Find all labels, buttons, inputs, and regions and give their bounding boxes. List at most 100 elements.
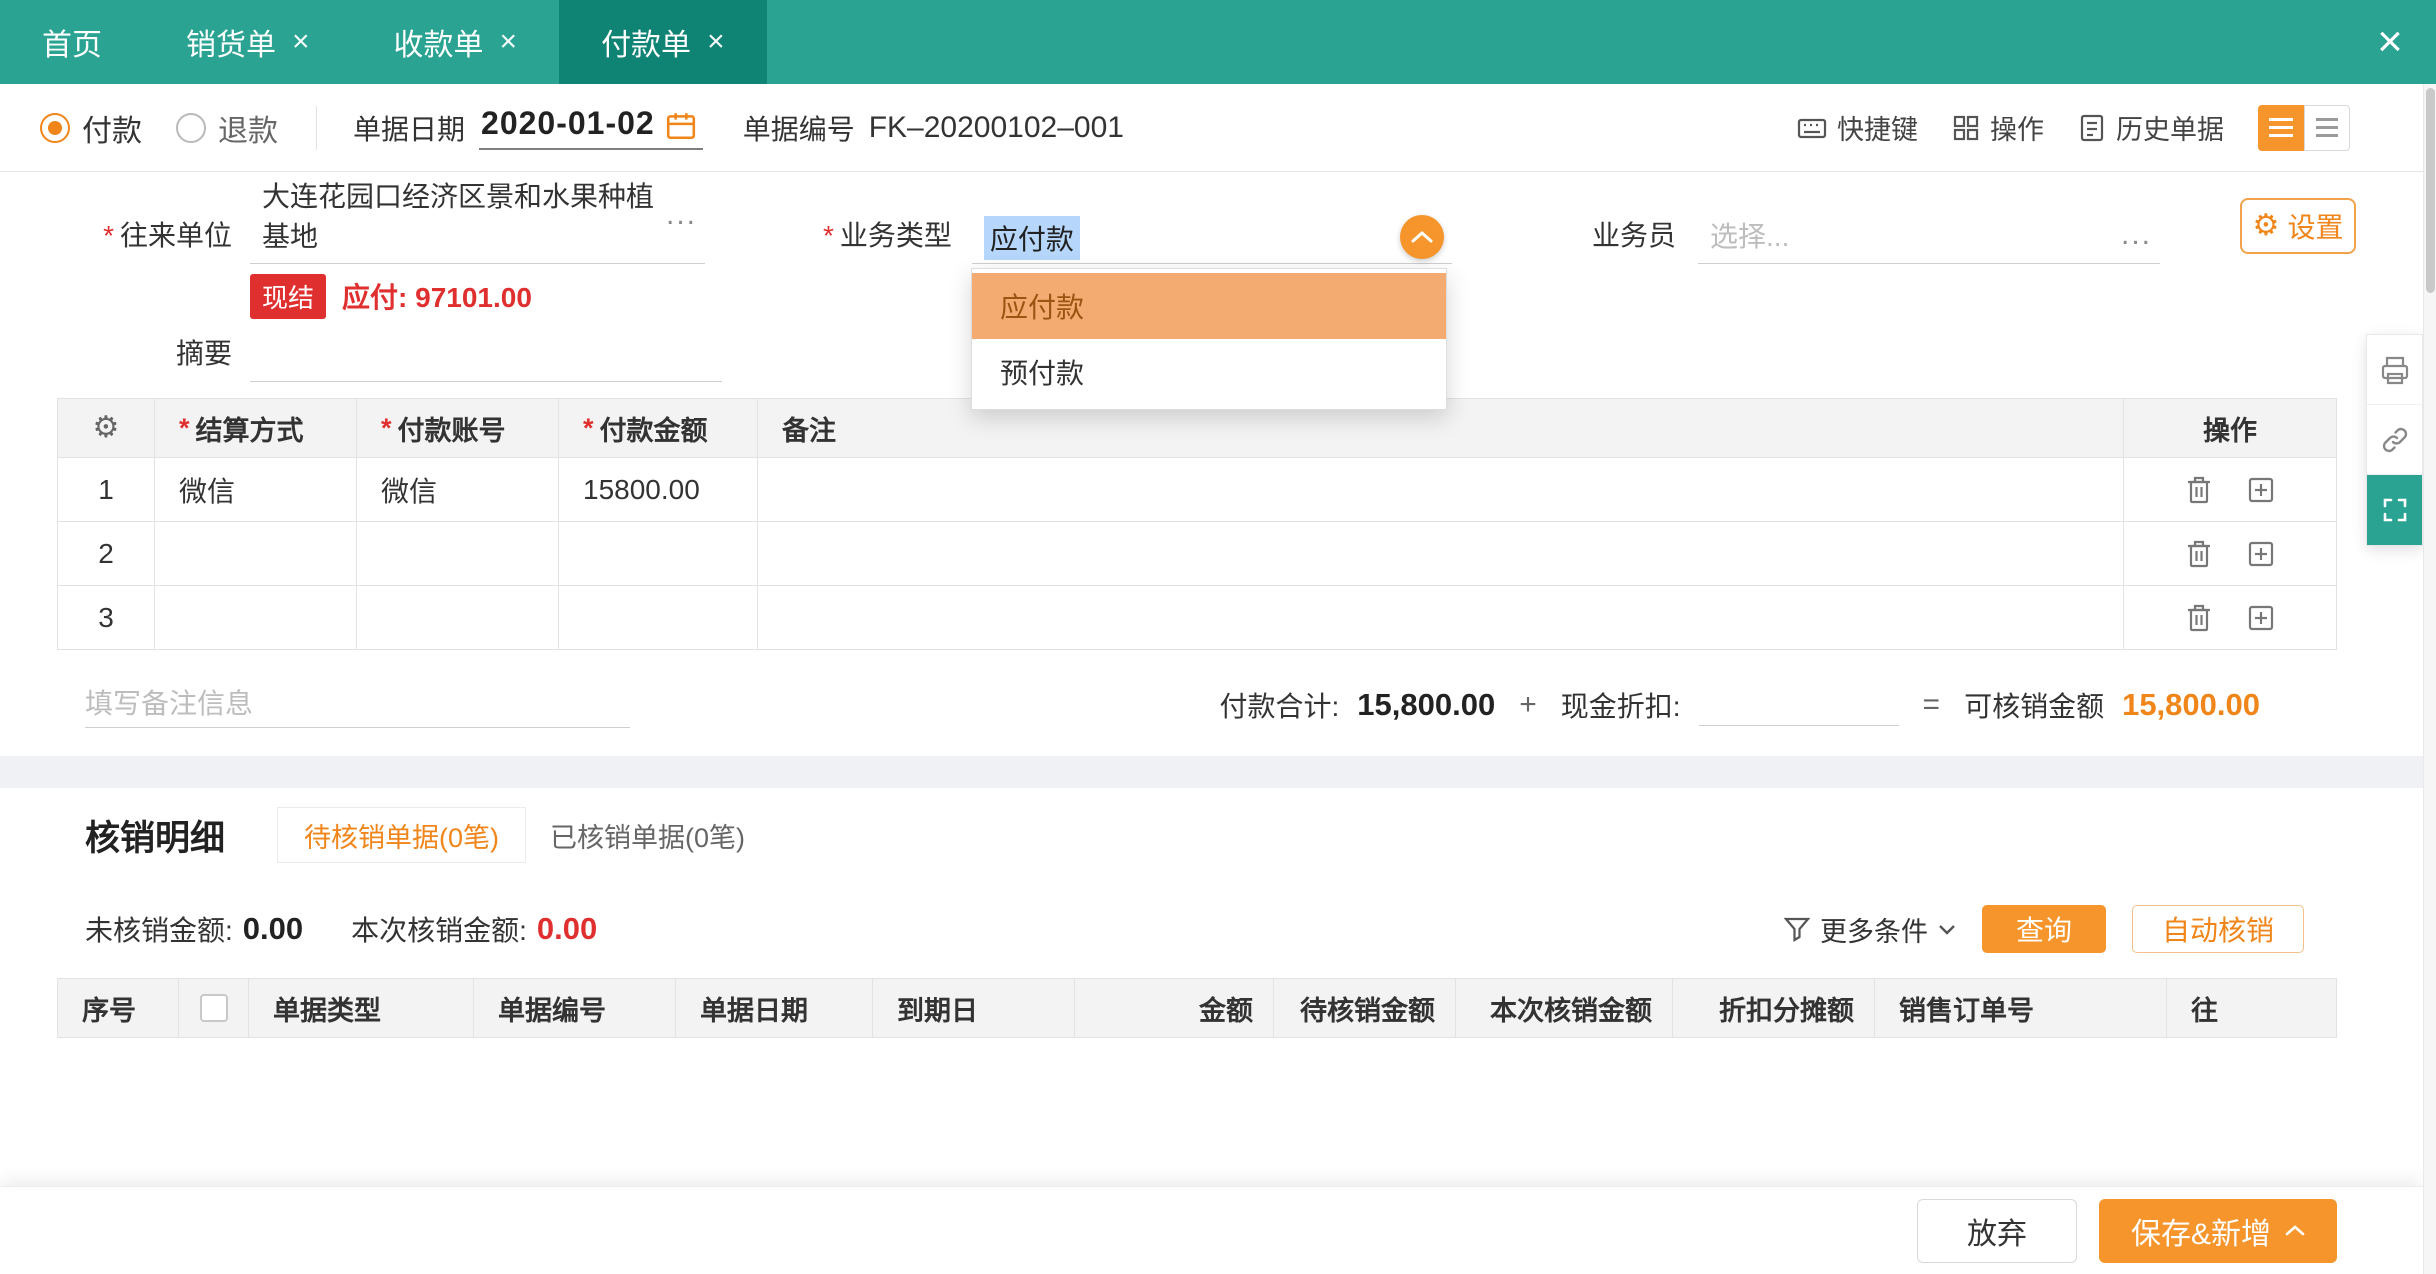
pay-amount-cell[interactable] — [559, 522, 758, 585]
close-tab-icon[interactable]: × — [292, 25, 310, 59]
auto-writeoff-button[interactable]: 自动核销 — [2132, 905, 2304, 953]
salesman-group: 业务员 选择... ... — [1592, 204, 2161, 264]
partner-field[interactable]: 大连花园口经济区景和水果种植基地 ... — [250, 175, 705, 264]
actions-button[interactable]: 操作 — [1952, 108, 2044, 147]
tab-sales-order[interactable]: 销货单 × — [144, 0, 352, 84]
cash-discount-input[interactable] — [1698, 684, 1899, 726]
remark-cell[interactable] — [758, 586, 2124, 649]
tab-home[interactable]: 首页 — [0, 0, 144, 84]
doc-no-value: FK–20200102–001 — [868, 110, 1124, 144]
summary-field[interactable] — [250, 336, 722, 382]
sum-label: 付款合计: — [1219, 691, 1340, 722]
trash-icon[interactable] — [2185, 539, 2213, 569]
totals-row: 付款合计: 15,800.00 + 现金折扣: = 可核销金额 15,800.0… — [0, 668, 2436, 742]
plus-sign: + — [1519, 688, 1537, 721]
add-row-icon[interactable] — [2247, 476, 2275, 504]
discard-button[interactable]: 放弃 — [1916, 1198, 2077, 1263]
remark-cell[interactable] — [758, 522, 2124, 585]
tab-pending-docs[interactable]: 待核销单据(0笔) — [277, 807, 527, 863]
col-remark: 备注 — [782, 415, 836, 446]
biztype-dropdown: 应付款 预付款 — [971, 268, 1447, 410]
settlement-row: 现结 应付: 97101.00 — [250, 273, 532, 319]
save-and-new-button[interactable]: 保存&新增 — [2098, 1198, 2337, 1263]
dropdown-option-prepaid[interactable]: 预付款 — [972, 339, 1446, 405]
doc-date-field[interactable]: 2020-01-02 — [479, 105, 703, 150]
section-divider — [0, 756, 2423, 788]
partner-value: 大连花园口经济区景和水果种植基地 — [262, 181, 655, 252]
tab-receipt[interactable]: 收款单 × — [352, 0, 560, 84]
settle-method-cell[interactable] — [155, 586, 357, 649]
payable-amount: 应付: 97101.00 — [342, 282, 532, 313]
add-row-icon[interactable] — [2247, 604, 2275, 632]
unwritten-stat: 未核销金额: 0.00 — [85, 909, 303, 949]
payment-table: ⚙ * 结算方式 * 付款账号 * 付款金额 备注 操作 1 微信 微信 15800.… — [57, 398, 2337, 650]
col-due-date: 到期日 — [897, 995, 978, 1026]
pay-amount-cell[interactable] — [559, 586, 758, 649]
select-all-checkbox[interactable] — [199, 994, 228, 1022]
close-tab-icon[interactable]: × — [707, 25, 725, 59]
tab-done-docs[interactable]: 已核销单据(0笔) — [526, 807, 769, 863]
gear-icon[interactable]: ⚙ — [93, 413, 120, 443]
radio-unselected-icon[interactable] — [176, 112, 206, 143]
settle-method-cell[interactable] — [155, 522, 357, 585]
col-doc-type: 单据类型 — [273, 995, 381, 1026]
print-button[interactable] — [2367, 335, 2422, 405]
partner-label: * 往来单位 — [103, 220, 232, 251]
biztype-field[interactable]: 应付款 — [971, 215, 1452, 264]
current-stat: 本次核销金额: 0.00 — [351, 909, 597, 949]
pay-account-cell[interactable] — [357, 522, 559, 585]
pay-account-cell[interactable] — [357, 586, 559, 649]
chevron-up-icon[interactable] — [1399, 215, 1444, 259]
history-button[interactable]: 历史单据 — [2078, 108, 2224, 147]
row-number: 1 — [58, 458, 155, 521]
chevron-down-icon — [1938, 923, 1956, 935]
printer-icon — [2379, 354, 2411, 386]
settings-label: 设置 — [2287, 212, 2344, 243]
summary-label: 摘要 — [175, 338, 232, 369]
view-toggle — [2258, 104, 2350, 151]
close-tab-icon[interactable]: × — [500, 25, 518, 59]
salesman-field[interactable]: 选择... ... — [1698, 215, 2161, 264]
grid-icon — [1952, 114, 1980, 142]
query-button[interactable]: 查询 — [1982, 905, 2106, 953]
radio-selected-icon[interactable] — [40, 112, 70, 143]
unwritten-value: 0.00 — [242, 911, 304, 946]
col-doc-date: 单据日期 — [700, 995, 808, 1026]
verify-table-header: 序号 单据类型 单据编号 单据日期 到期日 金额 待核销金额 本次核销金额 折扣… — [58, 979, 2336, 1037]
doc-date-label: 单据日期 — [353, 113, 466, 145]
fullscreen-button[interactable] — [2367, 475, 2422, 545]
tab-payment[interactable]: 付款单 × — [559, 0, 767, 84]
add-row-icon[interactable] — [2247, 540, 2275, 568]
trash-icon[interactable] — [2185, 475, 2213, 505]
save-and-new-label: 保存&新增 — [2130, 1217, 2271, 1251]
dropdown-option-payable[interactable]: 应付款 — [972, 273, 1446, 339]
note-input[interactable] — [85, 680, 630, 728]
list-view-icon[interactable] — [2258, 104, 2304, 151]
table-row: 3 — [58, 585, 2336, 649]
calendar-icon[interactable] — [665, 110, 697, 142]
pay-amount-cell[interactable]: 15800.00 — [559, 458, 758, 521]
trash-icon[interactable] — [2185, 603, 2213, 633]
col-pending-amount: 待核销金额 — [1300, 995, 1435, 1026]
close-window-icon[interactable]: × — [2360, 0, 2420, 84]
col-index: 序号 — [82, 995, 136, 1026]
card-view-icon[interactable] — [2304, 104, 2350, 151]
more-options-icon[interactable]: ... — [2121, 220, 2152, 250]
scrollbar[interactable] — [2423, 84, 2436, 1274]
divider — [316, 105, 317, 150]
refund-radio[interactable]: 退款 — [176, 106, 278, 150]
more-options-icon[interactable]: ... — [666, 200, 697, 230]
payment-radio[interactable]: 付款 — [40, 106, 142, 150]
more-conditions-button[interactable]: 更多条件 — [1784, 910, 1956, 949]
required-mark: * — [103, 220, 114, 251]
payment-radio-label: 付款 — [82, 114, 142, 148]
remark-cell[interactable] — [758, 458, 2124, 521]
shortcuts-button[interactable]: 快捷键 — [1797, 108, 1918, 147]
pay-account-cell[interactable]: 微信 — [357, 458, 559, 521]
settle-method-cell[interactable]: 微信 — [155, 458, 357, 521]
scrollbar-thumb[interactable] — [2426, 88, 2435, 293]
settle-badge: 现结 — [250, 273, 327, 319]
link-button[interactable] — [2367, 405, 2422, 475]
settings-button[interactable]: ⚙ 设置 — [2240, 198, 2356, 254]
unwritten-label: 未核销金额: — [85, 915, 233, 946]
